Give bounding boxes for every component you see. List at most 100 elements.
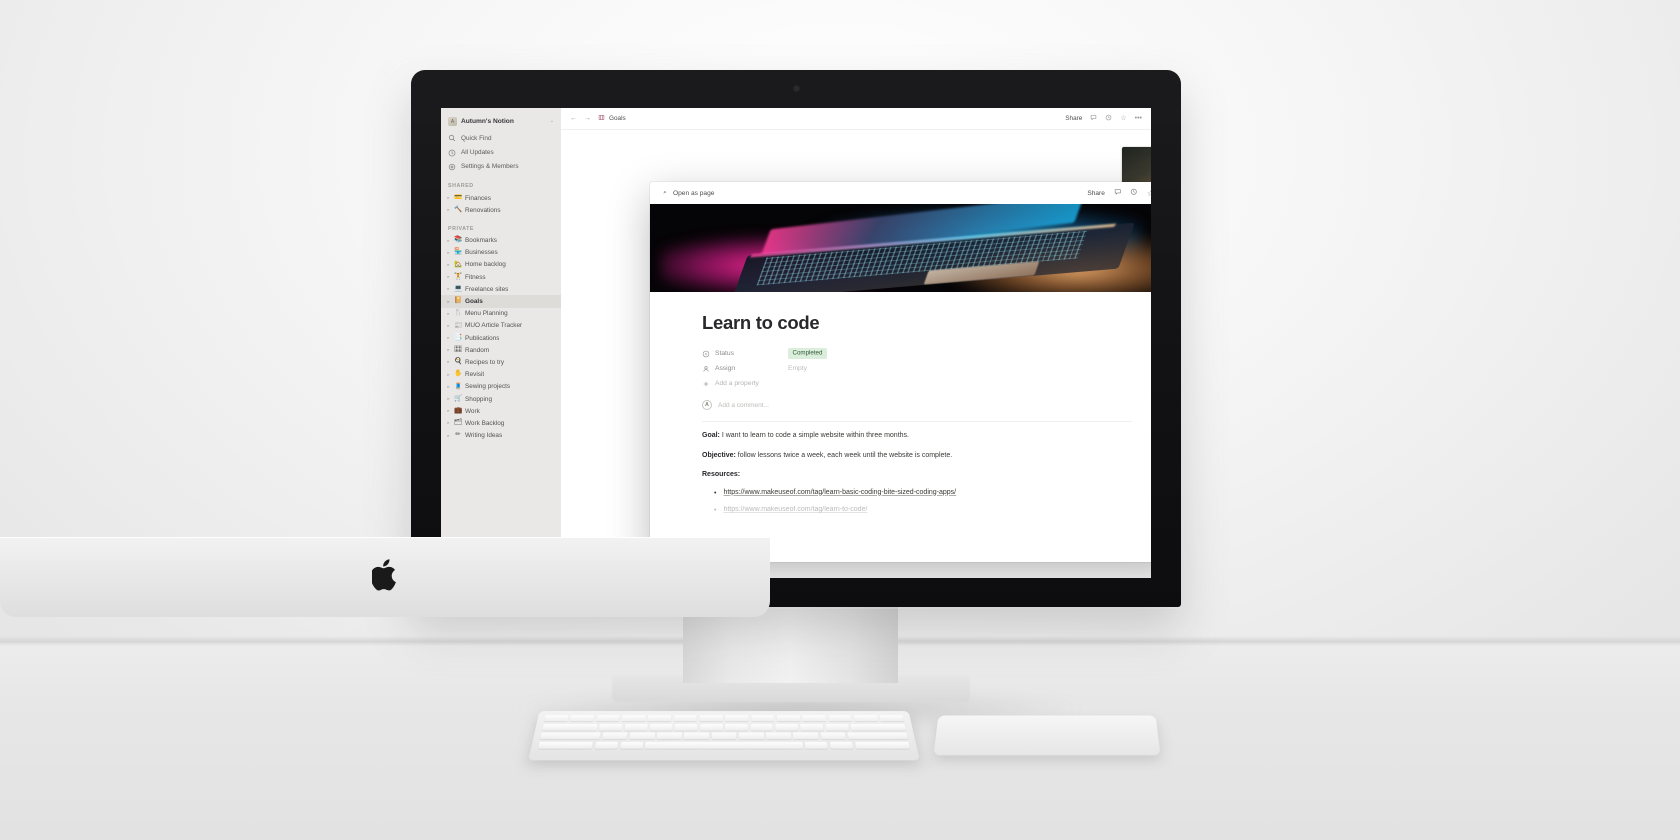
star-icon[interactable]: ☆ <box>1120 115 1126 122</box>
sidebar-page-writing-ideas[interactable]: ▸ ✏ Writing Ideas <box>441 430 561 442</box>
chevron-right-icon[interactable]: ▸ <box>446 420 451 426</box>
key[interactable] <box>629 732 655 740</box>
sidebar-page-random[interactable]: ▸ 🎛 Random <box>441 344 561 356</box>
key[interactable] <box>595 715 620 722</box>
property-row-status[interactable]: Status Completed <box>702 346 1132 361</box>
arrow-left-icon[interactable]: ← <box>570 115 577 122</box>
property-value[interactable]: Completed <box>788 348 827 359</box>
key[interactable] <box>828 715 853 722</box>
key[interactable] <box>594 741 619 749</box>
chevron-right-icon[interactable]: ▸ <box>446 274 451 280</box>
chevron-right-icon[interactable]: ▸ <box>446 250 451 256</box>
paragraph-goal[interactable]: Goal: I want to learn to code a simple w… <box>702 431 1132 442</box>
sidebar-item-all-updates[interactable]: All Updates <box>441 145 561 159</box>
sidebar-page-fitness[interactable]: ▸ 🏋 Fitness <box>441 271 561 283</box>
key[interactable] <box>569 715 595 722</box>
key[interactable] <box>850 723 906 731</box>
chevron-right-icon[interactable]: ▸ <box>446 384 451 390</box>
key[interactable] <box>649 723 673 731</box>
resource-link[interactable]: https://www.makeuseof.com/tag/learn-to-c… <box>723 506 867 516</box>
chevron-right-icon[interactable]: ▸ <box>446 311 451 317</box>
sidebar-page-finances[interactable]: ▸ 💳 Finances <box>441 192 561 204</box>
paragraph-resources[interactable]: Resources: <box>702 470 1132 481</box>
paragraph-objective[interactable]: Objective: follow lessons twice a week, … <box>702 451 1132 462</box>
key[interactable] <box>825 723 849 731</box>
key[interactable] <box>699 715 723 722</box>
add-property-button[interactable]: Add a property <box>702 376 1132 391</box>
chevron-right-icon[interactable]: ▸ <box>446 359 451 365</box>
sidebar-item-quick-find[interactable]: Quick Find <box>441 131 561 145</box>
star-icon[interactable]: ☆ <box>1147 189 1151 198</box>
sidebar-page-freelance-sites[interactable]: ▸ 💻 Freelance sites <box>441 283 561 295</box>
key[interactable] <box>775 723 799 731</box>
key[interactable] <box>542 723 598 731</box>
key[interactable] <box>750 715 775 722</box>
chevron-right-icon[interactable]: ▸ <box>446 372 451 378</box>
key[interactable] <box>804 741 829 749</box>
chevron-down-icon[interactable]: ⌄ <box>550 119 554 124</box>
chevron-right-icon[interactable]: ▸ <box>446 299 451 305</box>
clock-icon[interactable] <box>1105 114 1112 123</box>
key[interactable] <box>540 732 601 740</box>
key[interactable] <box>766 732 792 740</box>
bullet-list-item[interactable]: • https://www.makeuseof.com/tag/learn-ba… <box>702 489 1132 499</box>
property-row-assign[interactable]: Assign Empty <box>702 361 1132 376</box>
peek-share-button[interactable]: Share <box>1087 190 1105 197</box>
magic-mouse[interactable] <box>933 715 1161 756</box>
clock-icon[interactable] <box>1130 188 1138 198</box>
spacebar-key[interactable] <box>645 741 803 749</box>
chevron-right-icon[interactable]: ▸ <box>446 323 451 329</box>
more-horizontal-icon[interactable]: ••• <box>1135 115 1142 122</box>
key[interactable] <box>725 723 748 731</box>
bullet-list-item[interactable]: • https://www.makeuseof.com/tag/learn-to… <box>702 506 1132 516</box>
sidebar-page-work-backlog[interactable]: ▸ 🗂 Work Backlog <box>441 417 561 429</box>
sidebar-page-revisit[interactable]: ▸ ✋ Revisit <box>441 369 561 381</box>
key[interactable] <box>700 723 723 731</box>
chevron-right-icon[interactable]: ▸ <box>446 347 451 353</box>
sidebar[interactable]: A Autumn's Notion ⌄ Quick Find All Updat… <box>441 108 561 578</box>
property-value[interactable]: Empty <box>788 365 807 372</box>
key[interactable] <box>543 715 569 722</box>
sidebar-page-businesses[interactable]: ▸ 🏪 Businesses <box>441 247 561 259</box>
key[interactable] <box>674 723 698 731</box>
key[interactable] <box>647 715 672 722</box>
key[interactable] <box>847 732 908 740</box>
chevron-right-icon[interactable]: ▸ <box>446 335 451 341</box>
key[interactable] <box>829 741 854 749</box>
page-title[interactable]: Learn to code <box>702 312 1132 334</box>
breadcrumb[interactable]: Goals <box>598 114 626 123</box>
key[interactable] <box>776 715 801 722</box>
sidebar-page-muo-article-tracker[interactable]: ▸ 📰 MUO Article Tracker <box>441 320 561 332</box>
sidebar-page-home-backlog[interactable]: ▸ 🏡 Home backlog <box>441 259 561 271</box>
sidebar-page-work[interactable]: ▸ 💼 Work <box>441 405 561 417</box>
open-as-page-button[interactable]: Open as page <box>661 189 714 198</box>
chevron-right-icon[interactable]: ▸ <box>446 408 451 414</box>
key[interactable] <box>624 723 648 731</box>
key[interactable] <box>684 732 710 740</box>
key[interactable] <box>599 723 623 731</box>
comment-icon[interactable] <box>1090 114 1097 123</box>
key[interactable] <box>738 732 764 740</box>
key[interactable] <box>820 732 846 740</box>
resource-link[interactable]: https://www.makeuseof.com/tag/learn-basi… <box>723 489 956 499</box>
chevron-right-icon[interactable]: ▸ <box>446 286 451 292</box>
sidebar-page-recipes-to-try[interactable]: ▸ 🍳 Recipes to try <box>441 356 561 368</box>
key[interactable] <box>711 732 737 740</box>
chevron-right-icon[interactable]: ▸ <box>446 195 451 201</box>
arrow-right-icon[interactable]: → <box>584 115 591 122</box>
add-comment-row[interactable]: A Add a comment... <box>702 400 1132 410</box>
chevron-right-icon[interactable]: ▸ <box>446 238 451 244</box>
key[interactable] <box>750 723 774 731</box>
key[interactable] <box>802 715 827 722</box>
chevron-right-icon[interactable]: ▸ <box>446 433 451 439</box>
key[interactable] <box>725 715 749 722</box>
sidebar-page-bookmarks[interactable]: ▸ 📚 Bookmarks <box>441 235 561 247</box>
key[interactable] <box>854 741 910 749</box>
key[interactable] <box>673 715 698 722</box>
key[interactable] <box>656 732 682 740</box>
sidebar-page-renovations[interactable]: ▸ 🔨 Renovations <box>441 204 561 216</box>
key[interactable] <box>602 732 628 740</box>
comment-icon[interactable] <box>1114 188 1122 198</box>
key[interactable] <box>621 715 646 722</box>
keyboard[interactable] <box>528 711 920 761</box>
